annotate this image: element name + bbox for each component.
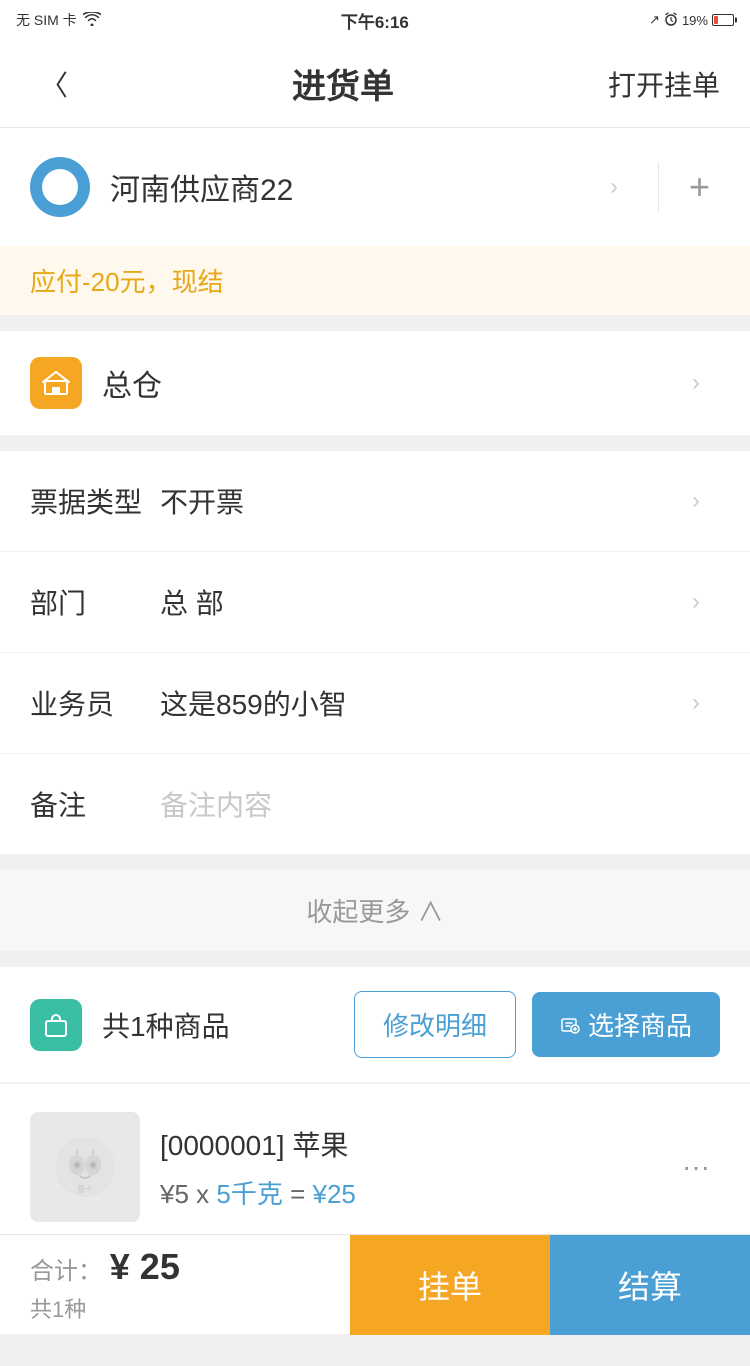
- nav-bar: 〈 进货单 打开挂单: [0, 40, 750, 128]
- svg-text:督十: 督十: [77, 1184, 93, 1194]
- salesperson-row[interactable]: 业务员 这是859的小智 ›: [0, 653, 750, 754]
- subtotal: ¥25: [312, 1179, 355, 1209]
- status-left: 无 SIM 卡: [16, 10, 101, 30]
- form-section: 票据类型 不开票 › 部门 总 部 › 业务员 这是859的小智 › 备注 备注…: [0, 451, 750, 854]
- remark-input[interactable]: 备注内容: [150, 784, 720, 824]
- status-time: 下午6:16: [341, 8, 409, 33]
- invoice-label: 票据类型: [30, 481, 150, 521]
- warehouse-chevron-icon: ›: [692, 369, 700, 397]
- department-value: 总 部: [150, 582, 692, 622]
- product-section: 共1种商品 修改明细 选择商品: [0, 967, 750, 1250]
- checkout-button[interactable]: 结算: [550, 1235, 750, 1335]
- open-hang-button[interactable]: 打开挂单: [608, 64, 720, 104]
- collapse-row[interactable]: 收起更多 ∧: [0, 870, 750, 951]
- supplier-section: 河南供应商22 › + 应付-20元，现结: [0, 128, 750, 315]
- alarm-icon: [664, 12, 678, 29]
- product-more-button[interactable]: ···: [672, 1141, 720, 1193]
- total-label: 合计：: [30, 1258, 102, 1285]
- back-button[interactable]: 〈: [30, 54, 78, 114]
- warehouse-section: 总仓 ›: [0, 331, 750, 435]
- select-product-button[interactable]: 选择商品: [532, 992, 720, 1057]
- equals: =: [283, 1179, 313, 1209]
- invoice-value: 不开票: [150, 481, 692, 521]
- total-sub: 共1种: [30, 1292, 320, 1324]
- salesperson-label: 业务员: [30, 683, 150, 723]
- invoice-row[interactable]: 票据类型 不开票 ›: [0, 451, 750, 552]
- supplier-avatar: [30, 157, 90, 217]
- warehouse-row[interactable]: 总仓 ›: [0, 331, 750, 435]
- salesperson-value: 这是859的小智: [150, 683, 692, 723]
- edit-detail-button[interactable]: 修改明细: [354, 991, 516, 1058]
- wifi-icon: [83, 12, 101, 29]
- bottom-bar: 合计： ¥ 25 共1种 挂单 结算: [0, 1234, 750, 1334]
- product-thumbnail: 督十: [30, 1112, 140, 1222]
- remark-label: 备注: [30, 784, 150, 824]
- product-item: 督十 [0000001] 苹果 ¥5 x 5千克 = ¥25 ···: [0, 1083, 750, 1250]
- product-header: 共1种商品 修改明细 选择商品: [0, 967, 750, 1083]
- product-info: [0000001] 苹果 ¥5 x 5千克 = ¥25: [160, 1124, 672, 1211]
- product-count: 共1种商品: [102, 1005, 354, 1045]
- credit-notice: 应付-20元，现结: [0, 246, 750, 315]
- product-price-row: ¥5 x 5千克 = ¥25: [160, 1174, 672, 1211]
- supplier-row[interactable]: 河南供应商22 › +: [0, 128, 750, 246]
- total-amount: ¥ 25: [110, 1246, 180, 1287]
- select-product-label: 选择商品: [588, 1006, 692, 1043]
- battery-icon: [712, 14, 734, 26]
- product-id: [0000001]: [160, 1130, 292, 1161]
- department-label: 部门: [30, 582, 150, 622]
- warehouse-icon: [30, 357, 82, 409]
- unit-price: ¥5 x: [160, 1179, 216, 1209]
- product-name: [0000001] 苹果: [160, 1124, 672, 1164]
- product-bag-icon: [30, 999, 82, 1051]
- battery-percent: 19%: [682, 13, 708, 28]
- department-chevron-icon: ›: [692, 588, 700, 616]
- invoice-chevron-icon: ›: [692, 487, 700, 515]
- page-title: 进货单: [292, 59, 394, 108]
- hang-button[interactable]: 挂单: [350, 1235, 550, 1335]
- supplier-name: 河南供应商22: [110, 165, 610, 209]
- total-section: 合计： ¥ 25 共1种: [0, 1246, 350, 1324]
- quantity: 5千克: [216, 1179, 282, 1209]
- product-title: 苹果: [292, 1130, 348, 1161]
- status-bar: 无 SIM 卡 下午6:16 ↗ 19%: [0, 0, 750, 40]
- status-right: ↗ 19%: [649, 12, 734, 29]
- remark-row[interactable]: 备注 备注内容: [0, 754, 750, 854]
- carrier-label: 无 SIM 卡: [16, 10, 77, 30]
- salesperson-chevron-icon: ›: [692, 689, 700, 717]
- supplier-divider: [658, 162, 659, 212]
- location-icon: ↗: [649, 12, 660, 28]
- department-row[interactable]: 部门 总 部 ›: [0, 552, 750, 653]
- supplier-chevron-icon: ›: [610, 173, 618, 201]
- add-supplier-button[interactable]: +: [679, 156, 720, 218]
- warehouse-name: 总仓: [102, 361, 692, 405]
